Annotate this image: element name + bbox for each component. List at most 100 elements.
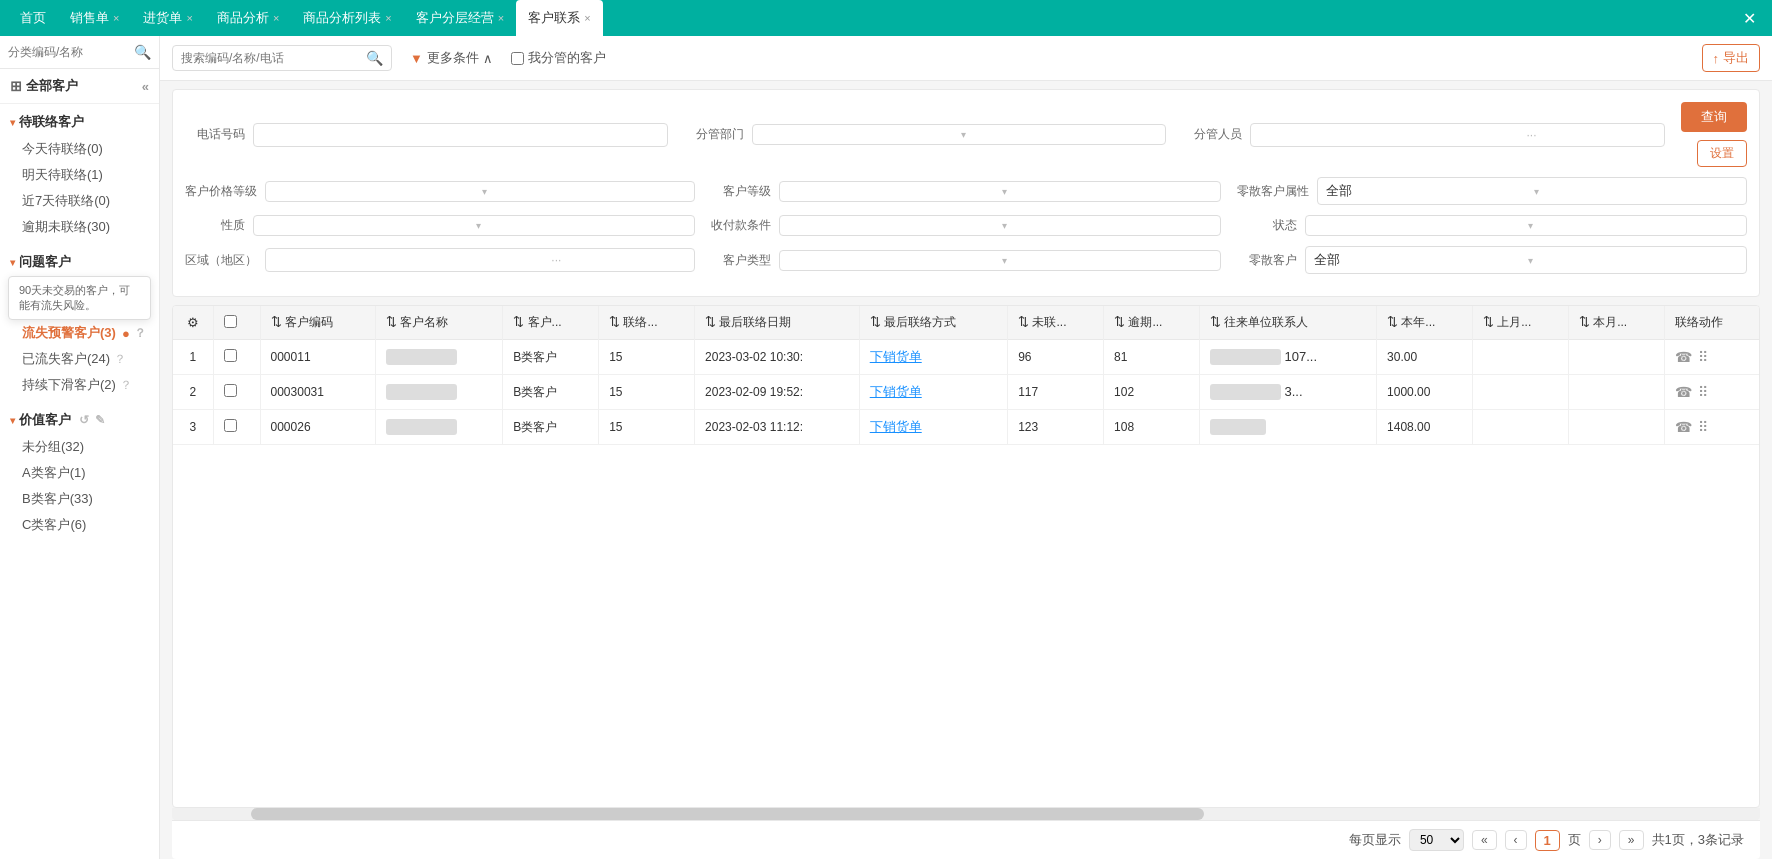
phone-icon-3[interactable]: ☎ (1675, 419, 1692, 435)
sidebar-item-declining[interactable]: 持续下滑客户(2) ？ (0, 372, 159, 398)
sidebar-item-c[interactable]: C类客户(6) (0, 512, 159, 538)
my-customers-check[interactable]: 我分管的客户 (511, 49, 606, 67)
sidebar-search-input[interactable] (8, 45, 130, 59)
method-link-3[interactable]: 下销货单 (870, 419, 922, 434)
filter-nature-select[interactable]: ▾ (253, 215, 695, 236)
tab-sales-close[interactable]: × (113, 12, 119, 24)
prev-page-btn[interactable]: ‹ (1505, 830, 1527, 850)
edit-icon[interactable]: ✎ (95, 413, 105, 427)
row-last-method-3[interactable]: 下销货单 (859, 410, 1007, 445)
page-size-select[interactable]: 50 100 200 (1409, 829, 1464, 851)
row-last-method-1[interactable]: 下销货单 (859, 340, 1007, 375)
col-uncontacted-header[interactable]: ⇅ 未联... (1008, 306, 1104, 340)
tab-product-list[interactable]: 商品分析列表 × (291, 0, 403, 36)
sidebar-group-problem-title[interactable]: ▾ 问题客户 (0, 248, 159, 276)
col-last-date-header[interactable]: ⇅ 最后联络日期 (695, 306, 860, 340)
sidebar-item-today[interactable]: 今天待联络(0) (0, 136, 159, 162)
sidebar-group-pending-title[interactable]: ▾ 待联络客户 (0, 108, 159, 136)
tab-product-list-close[interactable]: × (385, 12, 391, 24)
my-customers-checkbox[interactable] (511, 52, 524, 65)
export-btn[interactable]: ↑ 导出 (1702, 44, 1761, 72)
col-current-year-header[interactable]: ⇅ 本年... (1377, 306, 1473, 340)
tab-customer-tier-close[interactable]: × (498, 12, 504, 24)
sidebar-item-a[interactable]: A类客户(1) (0, 460, 159, 486)
last-page-btn[interactable]: » (1619, 830, 1644, 850)
tab-customer-contact[interactable]: 客户联系 × (516, 0, 602, 36)
filter-person-select[interactable]: ··· (1250, 123, 1665, 147)
filter-region-select[interactable]: ··· (265, 248, 695, 272)
filter-price-level-select[interactable]: ▾ (265, 181, 695, 202)
search-input[interactable] (181, 51, 360, 65)
filter-retail-attr-select[interactable]: 全部 ▾ (1317, 177, 1747, 205)
row-checkbox-1[interactable] (213, 340, 260, 375)
row-num-3: 3 (173, 410, 213, 445)
col-name-header[interactable]: ⇅ 客户名称 (375, 306, 502, 340)
horizontal-scrollbar[interactable] (172, 808, 1760, 820)
close-all-tabs[interactable]: ✕ (1735, 9, 1764, 28)
sidebar-item-7days[interactable]: 近7天待联络(0) (0, 188, 159, 214)
phone-icon-2[interactable]: ☎ (1675, 384, 1692, 400)
data-table: ⚙ ⇅ 客户编码 ⇅ 客户名称 ⇅ 客户... (173, 306, 1759, 445)
filter-level-select[interactable]: ▾ (779, 181, 1221, 202)
sidebar-item-churned[interactable]: 已流失客户(24) ？ (0, 346, 159, 372)
search-icon[interactable]: 🔍 (366, 50, 383, 66)
row-checkbox-2[interactable] (213, 375, 260, 410)
tab-product-analysis-close[interactable]: × (273, 12, 279, 24)
query-btn[interactable]: 查询 (1681, 102, 1747, 132)
col-last-month-header[interactable]: ⇅ 上月... (1472, 306, 1568, 340)
tab-product-analysis[interactable]: 商品分析 × (205, 0, 291, 36)
sort-icon-2: ⇅ (386, 314, 397, 329)
col-contact-person-header[interactable]: ⇅ 往来单位联系人 (1199, 306, 1376, 340)
sidebar-item-overdue[interactable]: 逾期未联络(30) (0, 214, 159, 240)
more-action-icon-1[interactable]: ⠿ (1698, 349, 1708, 365)
sidebar-collapse-btn[interactable]: « (142, 79, 149, 94)
tab-customer-tier[interactable]: 客户分层经营 × (404, 0, 516, 36)
sort-icon-7: ⇅ (1018, 314, 1029, 329)
row-uncontacted-3: 123 (1008, 410, 1104, 445)
sidebar-item-churn-warning[interactable]: 流失预警客户(3) ● ？ (0, 320, 159, 346)
col-level-header[interactable]: ⇅ 客户... (503, 306, 599, 340)
scrollbar-thumb[interactable] (251, 808, 1204, 820)
col-overdue-header[interactable]: ⇅ 逾期... (1104, 306, 1200, 340)
tab-purchase-close[interactable]: × (186, 12, 192, 24)
row-1-checkbox[interactable] (224, 349, 237, 362)
tab-customer-contact-close[interactable]: × (584, 12, 590, 24)
filter-more-btn[interactable]: ▼ 更多条件 ∧ (402, 45, 501, 71)
sidebar-item-tomorrow[interactable]: 明天待联络(1) (0, 162, 159, 188)
row-3-checkbox[interactable] (224, 419, 237, 432)
method-link-2[interactable]: 下销货单 (870, 384, 922, 399)
sidebar-item-ungroup[interactable]: 未分组(32) (0, 434, 159, 460)
tab-sales[interactable]: 销售单 × (58, 0, 131, 36)
tab-home[interactable]: 首页 (8, 0, 58, 36)
col-current-month-header[interactable]: ⇅ 本月... (1568, 306, 1664, 340)
filter-status-select[interactable]: ▾ (1305, 215, 1747, 236)
col-code-header[interactable]: ⇅ 客户编码 (260, 306, 375, 340)
filter-payment-select[interactable]: ▾ (779, 215, 1221, 236)
filter-dept-select[interactable]: ▾ (752, 124, 1167, 145)
table-settings-icon[interactable]: ⚙ (187, 315, 199, 330)
col-last-method-header[interactable]: ⇅ 最后联络方式 (859, 306, 1007, 340)
sidebar-all-customers[interactable]: ⊞ 全部客户 « (0, 69, 159, 104)
row-last-method-2[interactable]: 下销货单 (859, 375, 1007, 410)
more-action-icon-2[interactable]: ⠿ (1698, 384, 1708, 400)
7days-label: 近7天待联络(0) (22, 192, 110, 210)
refresh-icon[interactable]: ↺ (79, 413, 89, 427)
filter-retail-select[interactable]: 全部 ▾ (1305, 246, 1747, 274)
more-action-icon-3[interactable]: ⠿ (1698, 419, 1708, 435)
sidebar-group-value-title[interactable]: ▾ 价值客户 ↺ ✎ (0, 406, 159, 434)
filter-customer-type-select[interactable]: ▾ (779, 250, 1221, 271)
col-contact-header[interactable]: ⇅ 联络... (599, 306, 695, 340)
row-actions-3: ☎ ⠿ (1664, 410, 1759, 445)
row-checkbox-3[interactable] (213, 410, 260, 445)
method-link-1[interactable]: 下销货单 (870, 349, 922, 364)
next-page-btn[interactable]: › (1589, 830, 1611, 850)
first-page-btn[interactable]: « (1472, 830, 1497, 850)
tab-purchase[interactable]: 进货单 × (131, 0, 204, 36)
setting-btn[interactable]: 设置 (1697, 140, 1747, 167)
col-checkbox-header[interactable] (213, 306, 260, 340)
row-2-checkbox[interactable] (224, 384, 237, 397)
select-all-checkbox[interactable] (224, 315, 237, 328)
sidebar-item-b[interactable]: B类客户(33) (0, 486, 159, 512)
filter-phone-input[interactable] (253, 123, 668, 147)
phone-icon-1[interactable]: ☎ (1675, 349, 1692, 365)
